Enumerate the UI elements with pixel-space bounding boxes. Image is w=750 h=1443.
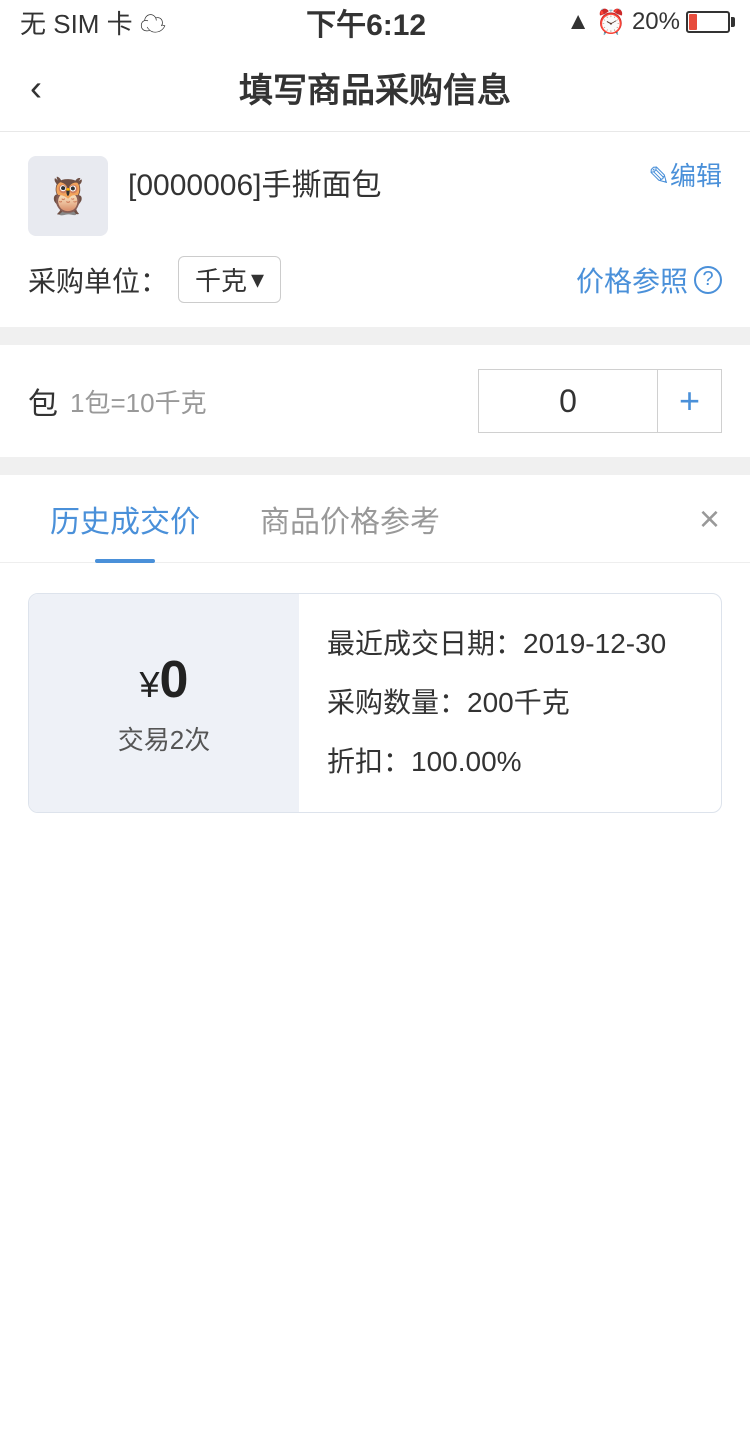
tab-price-reference[interactable]: 商品价格参考 [230,475,470,563]
tab-section: 历史成交价 商品价格参考 × ¥0 交易2次 最近成交日期：2019-12-30… [0,475,750,843]
quantity-increment-button[interactable]: + [658,369,722,433]
unit-row: 采购单位： 千克 ▾ [28,256,281,303]
qty-label: 采购数量： [327,687,467,718]
price-card-details: 最近成交日期：2019-12-30 采购数量：200千克 折扣：100.00% [299,594,721,812]
discount-value: 100.00% [411,746,522,777]
quantity-controls: 0 + [478,369,722,433]
recent-date-label: 最近成交日期： [327,628,523,659]
product-left: 🦉 [0000006]手撕面包 [28,156,381,236]
product-section: 🦉 [0000006]手撕面包 ✎编辑 采购单位： 千克 ▾ 价格参照 ? [0,132,750,327]
tab-items: 历史成交价 商品价格参考 [20,475,470,563]
purchase-qty-row: 采购数量：200千克 [327,681,693,726]
recent-date-row: 最近成交日期：2019-12-30 [327,622,693,667]
price-card-summary: ¥0 交易2次 [29,594,299,812]
currency-symbol: ¥ [140,664,160,705]
price-reference-button[interactable]: 价格参照 ? [576,260,722,300]
back-button[interactable]: ‹ [20,57,52,119]
sim-label: 无 SIM 卡 ☁ [20,4,166,41]
quantity-label: 包 1包=10千克 [28,379,207,423]
battery-icon [686,11,730,33]
battery-fill [689,14,697,30]
quantity-section: 包 1包=10千克 0 + [0,345,750,457]
unit-label: 采购单位： [28,260,168,300]
product-name: [0000006]手撕面包 [128,156,381,204]
location-icon: ▲ [566,8,590,36]
status-bar: 无 SIM 卡 ☁ 下午6:12 ▲ ⏰ 20% [0,0,750,44]
chevron-down-icon: ▾ [251,264,264,295]
tab-content: ¥0 交易2次 最近成交日期：2019-12-30 采购数量：200千克 折扣：… [0,563,750,843]
tab-close-button[interactable]: × [689,488,730,550]
tab-header: 历史成交价 商品价格参考 × [0,475,750,563]
nav-bar: ‹ 填写商品采购信息 [0,44,750,132]
status-right: ▲ ⏰ 20% [566,8,730,37]
unit-select[interactable]: 千克 ▾ [178,256,281,303]
edit-button[interactable]: ✎编辑 [648,156,722,193]
recent-date-value: 2019-12-30 [523,628,666,659]
tab-history-price[interactable]: 历史成交价 [20,475,230,563]
discount-label: 折扣： [327,746,411,777]
info-icon: ? [694,266,722,294]
page-title: 填写商品采购信息 [239,63,511,112]
alarm-icon: ⏰ [596,8,626,37]
battery-percent: 20% [632,8,680,36]
status-left: 无 SIM 卡 ☁ [20,4,166,41]
trade-count: 交易2次 [118,720,210,757]
price-ref-label: 价格参照 [576,260,688,300]
price-card: ¥0 交易2次 最近成交日期：2019-12-30 采购数量：200千克 折扣：… [28,593,722,813]
product-icon: 🦉 [46,175,91,217]
quantity-value: 0 [559,383,577,420]
price-amount: ¥0 [140,650,189,710]
product-thumbnail: 🦉 [28,156,108,236]
bottom-area [0,843,750,1443]
qty-value: 200千克 [467,687,570,718]
unit-type: 包 [28,379,58,423]
product-top: 🦉 [0000006]手撕面包 ✎编辑 [28,156,722,236]
unit-value: 千克 [195,261,247,298]
product-bottom: 采购单位： 千克 ▾ 价格参照 ? [28,256,722,303]
unit-note: 1包=10千克 [70,383,207,420]
quantity-input[interactable]: 0 [478,369,658,433]
status-time: 下午6:12 [306,0,426,44]
discount-row: 折扣：100.00% [327,740,693,785]
